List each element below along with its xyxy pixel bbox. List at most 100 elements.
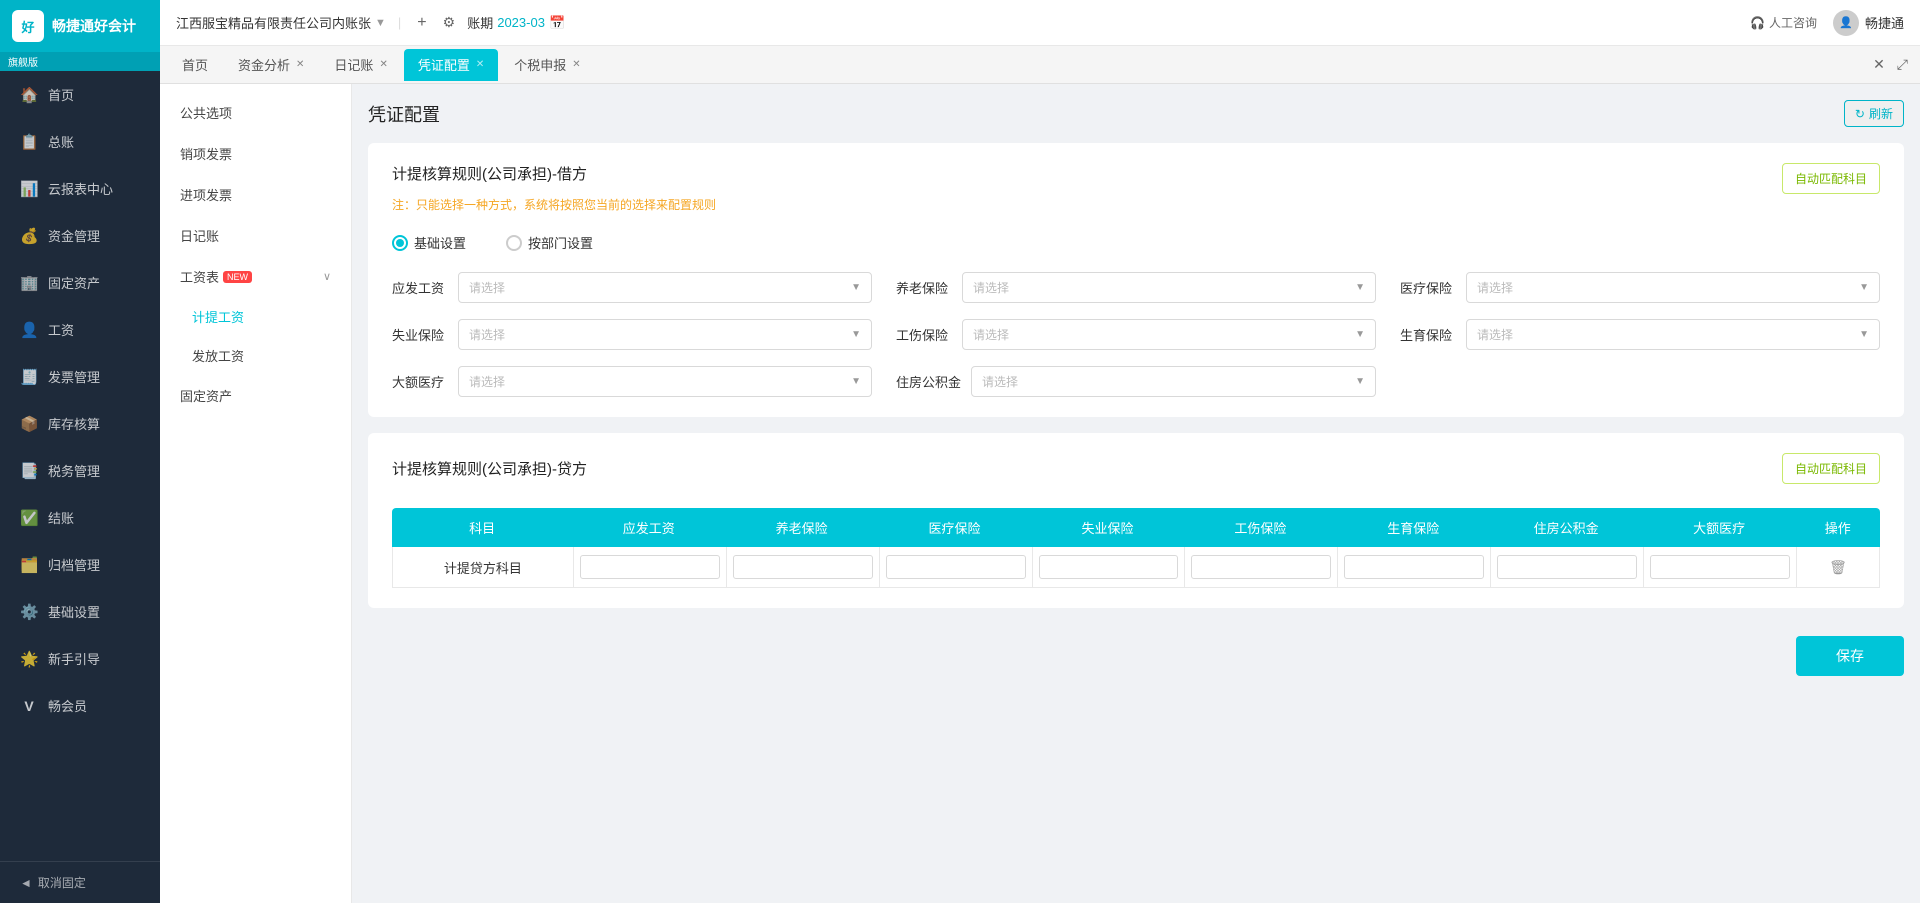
sidebar-item-tax[interactable]: 📑 税务管理 <box>0 447 160 494</box>
sidebar-item-capital[interactable]: 💰 资金管理 <box>0 212 160 259</box>
td-gross-input-cell <box>574 547 727 587</box>
menu-payroll-table[interactable]: 工资表 NEW ∨ <box>160 256 351 297</box>
sidebar-item-close[interactable]: ✅ 结账 <box>0 494 160 541</box>
user-menu[interactable]: 👤 畅捷通 <box>1833 10 1904 36</box>
close-tab-btn[interactable]: ✕ <box>1869 52 1889 77</box>
table-row: 计提贷方科目 <box>392 547 1880 588</box>
company-selector[interactable]: 江西服宝精品有限责任公司内账张 ▼ <box>176 13 386 32</box>
form-item-injury: 工伤保险 请选择 ▼ <box>896 319 1376 350</box>
ledger-icon: 📋 <box>20 133 38 151</box>
td-medical-input[interactable] <box>886 555 1026 579</box>
td-injury-input[interactable] <box>1191 555 1331 579</box>
sidebar-logo[interactable]: 好 畅捷通好会计 <box>0 0 160 52</box>
menu-sales[interactable]: 销项发票 <box>160 133 351 174</box>
tab-home[interactable]: 首页 <box>168 49 222 81</box>
th-maternity: 生育保险 <box>1337 508 1490 547</box>
sidebar-item-inventory[interactable]: 📦 库存核算 <box>0 400 160 447</box>
chevron-down-icon: ▼ <box>1859 329 1869 340</box>
select-placeholder: 请选择 <box>469 279 505 296</box>
section-debit-header: 计提核算规则(公司承担)-借方 注：只能选择一种方式，系统将按照您当前的选择来配… <box>392 163 1880 229</box>
select-gross-salary[interactable]: 请选择 ▼ <box>458 272 872 303</box>
td-gross-input[interactable] <box>580 555 720 579</box>
period-selector[interactable]: 账期 2023-03 📅 <box>467 13 565 32</box>
page-header: 凭证配置 ↻ 刷新 <box>368 100 1904 127</box>
sidebar-item-guide[interactable]: 🌟 新手引导 <box>0 635 160 682</box>
th-injury: 工伤保险 <box>1184 508 1337 547</box>
menu-journal[interactable]: 日记账 <box>160 215 351 256</box>
sidebar-item-home[interactable]: 🏠 首页 <box>0 71 160 118</box>
left-panel: 公共选项 销项发票 进项发票 日记账 工资表 NEW ∨ 计提工资 发放工资 <box>160 84 352 903</box>
auto-match-debit-button[interactable]: 自动匹配科目 <box>1782 163 1880 194</box>
menu-payroll-calc[interactable]: 计提工资 <box>160 297 351 336</box>
tab-voucher[interactable]: 凭证配置 ✕ <box>404 49 498 81</box>
menu-public[interactable]: 公共选项 <box>160 92 351 133</box>
settings-icon: ⚙️ <box>20 603 38 621</box>
td-housing-input[interactable] <box>1497 555 1637 579</box>
select-major-medical[interactable]: 请选择 ▼ <box>458 366 872 397</box>
td-maternity-input[interactable] <box>1344 555 1484 579</box>
section-debit-notice: 注：只能选择一种方式，系统将按照您当前的选择来配置规则 <box>392 196 716 213</box>
sidebar-item-reports[interactable]: 📊 云报表中心 <box>0 165 160 212</box>
radio-dept[interactable]: 按部门设置 <box>506 233 593 252</box>
radio-basic[interactable]: 基础设置 <box>392 233 466 252</box>
menu-purchase[interactable]: 进项发票 <box>160 174 351 215</box>
expand-tab-btn[interactable]: ⤢ <box>1893 52 1912 77</box>
select-injury[interactable]: 请选择 ▼ <box>962 319 1376 350</box>
service-label: 人工咨询 <box>1769 14 1817 31</box>
sidebar-item-invoice[interactable]: 🧾 发票管理 <box>0 353 160 400</box>
td-major-medical-input-cell <box>1644 547 1797 587</box>
topbar-settings-icon[interactable]: ⚙ <box>443 14 456 31</box>
form-item-housing-fund: 住房公积金 请选择 ▼ <box>896 366 1376 397</box>
menu-payroll-pay[interactable]: 发放工资 <box>160 336 351 375</box>
service-button[interactable]: 🎧 人工咨询 <box>1750 14 1817 31</box>
tab-journal[interactable]: 日记账 ✕ <box>320 49 401 81</box>
refresh-button[interactable]: ↻ 刷新 <box>1844 100 1904 127</box>
td-major-medical-input[interactable] <box>1650 555 1790 579</box>
sidebar-item-label: 归档管理 <box>48 555 100 574</box>
cancel-fixed-btn[interactable]: ◄ 取消固定 <box>0 861 160 903</box>
select-housing-fund[interactable]: 请选择 ▼ <box>971 366 1376 397</box>
select-medical[interactable]: 请选择 ▼ <box>1466 272 1880 303</box>
sidebar-item-archive[interactable]: 🗂️ 归档管理 <box>0 541 160 588</box>
select-placeholder: 请选择 <box>973 326 1009 343</box>
section-debit-title: 计提核算规则(公司承担)-借方 <box>392 163 716 184</box>
td-unemployment-input[interactable] <box>1039 555 1179 579</box>
sidebar-item-label: 首页 <box>48 85 74 104</box>
radio-basic-label: 基础设置 <box>414 233 466 252</box>
tab-capital[interactable]: 资金分析 ✕ <box>224 49 318 81</box>
td-pension-input-cell <box>727 547 880 587</box>
tab-tax[interactable]: 个税申报 ✕ <box>500 49 594 81</box>
tab-capital-close[interactable]: ✕ <box>296 59 304 70</box>
delete-row-button[interactable]: 🗑 <box>1829 559 1847 576</box>
menu-journal-label: 日记账 <box>180 226 219 245</box>
payroll-expand-icon: ∨ <box>323 270 331 283</box>
save-button[interactable]: 保存 <box>1796 636 1904 676</box>
tab-tax-close[interactable]: ✕ <box>572 59 580 70</box>
add-button[interactable]: + <box>413 10 430 36</box>
tab-tax-label: 个税申报 <box>514 55 566 74</box>
credit-table: 科目 应发工资 养老保险 医疗保险 失业保险 工伤保险 生育保险 住房公积金 大… <box>392 508 1880 588</box>
tab-capital-label: 资金分析 <box>238 55 290 74</box>
tab-journal-close[interactable]: ✕ <box>379 59 387 70</box>
auto-match-credit-button[interactable]: 自动匹配科目 <box>1782 453 1880 484</box>
sidebar-item-ledger[interactable]: 📋 总账 <box>0 118 160 165</box>
sidebar-item-salary[interactable]: 👤 工资 <box>0 306 160 353</box>
sidebar-item-assets[interactable]: 🏢 固定资产 <box>0 259 160 306</box>
sidebar-item-settings[interactable]: ⚙️ 基础设置 <box>0 588 160 635</box>
sidebar-item-vip[interactable]: V 畅会员 <box>0 682 160 729</box>
label-unemployment: 失业保险 <box>392 325 448 344</box>
radio-basic-circle <box>392 235 408 251</box>
tab-voucher-close[interactable]: ✕ <box>476 59 484 70</box>
sidebar-item-label: 总账 <box>48 132 74 151</box>
select-unemployment[interactable]: 请选择 ▼ <box>458 319 872 350</box>
sidebar-item-label: 资金管理 <box>48 226 100 245</box>
menu-payroll-calc-label: 计提工资 <box>192 310 244 325</box>
select-placeholder: 请选择 <box>1477 279 1513 296</box>
select-maternity[interactable]: 请选择 ▼ <box>1466 319 1880 350</box>
select-pension[interactable]: 请选择 ▼ <box>962 272 1376 303</box>
company-name: 江西服宝精品有限责任公司内账张 <box>176 13 371 32</box>
td-pension-input[interactable] <box>733 555 873 579</box>
menu-fixed-assets[interactable]: 固定资产 <box>160 375 351 416</box>
tab-journal-label: 日记账 <box>334 55 373 74</box>
tabs-actions: ✕ ⤢ <box>1869 52 1912 77</box>
